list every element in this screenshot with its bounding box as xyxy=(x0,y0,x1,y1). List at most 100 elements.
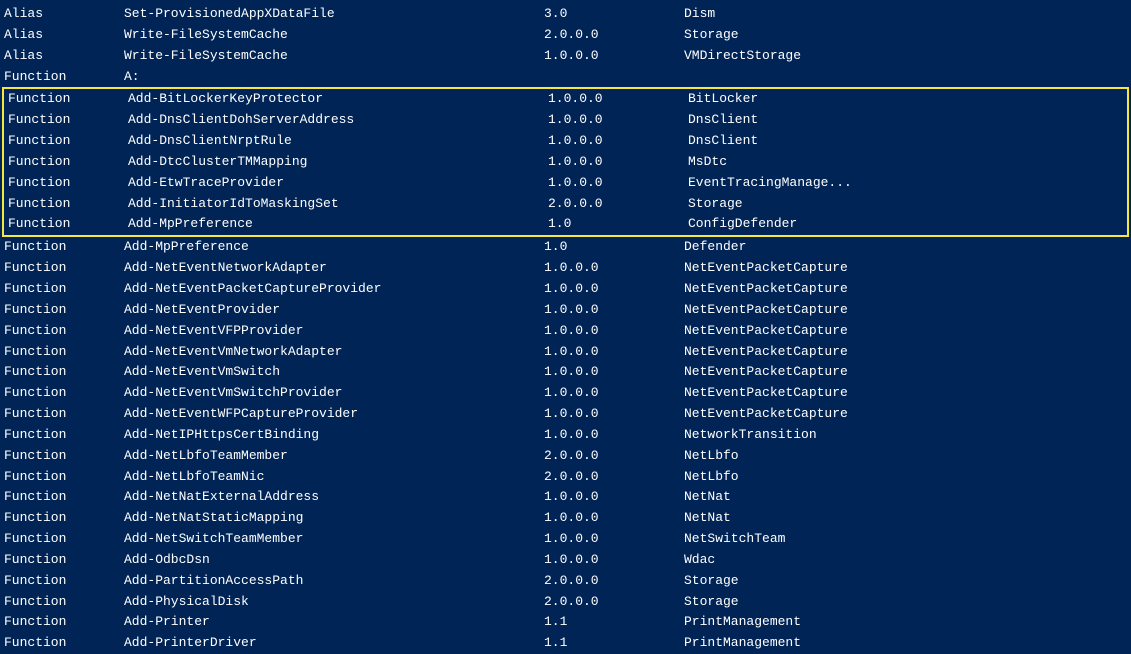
row-version: 3.0 xyxy=(544,5,684,24)
row-module: NetNat xyxy=(684,488,1127,507)
row-version: 1.0.0.0 xyxy=(548,90,688,109)
row-module: Wdac xyxy=(684,551,1127,570)
row-module: Dism xyxy=(684,5,1127,24)
table-row: FunctionAdd-NetLbfoTeamNic2.0.0.0NetLbfo xyxy=(0,467,1131,488)
row-type: Function xyxy=(4,301,124,320)
row-type: Function xyxy=(4,488,124,507)
row-version: 2.0.0.0 xyxy=(548,195,688,214)
table-row: FunctionAdd-NetEventVFPProvider1.0.0.0Ne… xyxy=(0,321,1131,342)
row-type: Function xyxy=(4,509,124,528)
table-row: FunctionAdd-MpPreference1.0Defender xyxy=(0,237,1131,258)
table-row: FunctionAdd-NetEventVmNetworkAdapter1.0.… xyxy=(0,342,1131,363)
table-row: FunctionAdd-NetNatExternalAddress1.0.0.0… xyxy=(0,487,1131,508)
row-name: Add-PhysicalDisk xyxy=(124,593,544,612)
row-module: NetEventPacketCapture xyxy=(684,259,1127,278)
row-version: 2.0.0.0 xyxy=(544,593,684,612)
table-row: FunctionAdd-EtwTraceProvider1.0.0.0Event… xyxy=(4,173,1127,194)
row-name: Add-NetEventProvider xyxy=(124,301,544,320)
table-row: AliasSet-ProvisionedAppXDataFile3.0Dism xyxy=(0,4,1131,25)
row-module: DnsClient xyxy=(688,111,1123,130)
row-type: Function xyxy=(4,280,124,299)
row-name: Add-PrinterDriver xyxy=(124,634,544,653)
row-version: 1.0.0.0 xyxy=(548,174,688,193)
table-row: FunctionAdd-NetEventPacketCaptureProvide… xyxy=(0,279,1131,300)
table-row: FunctionAdd-Printer1.1PrintManagement xyxy=(0,612,1131,633)
row-type: Function xyxy=(4,426,124,445)
row-type: Function xyxy=(8,153,128,172)
table-row: FunctionAdd-MpPreference1.0ConfigDefende… xyxy=(4,214,1127,235)
row-version: 1.0.0.0 xyxy=(544,343,684,362)
table-row: FunctionAdd-NetEventProvider1.0.0.0NetEv… xyxy=(0,300,1131,321)
row-name: Add-MpPreference xyxy=(128,215,548,234)
row-type: Function xyxy=(4,447,124,466)
row-version: 1.0.0.0 xyxy=(544,488,684,507)
row-module: MsDtc xyxy=(688,153,1123,172)
row-type: Function xyxy=(8,215,128,234)
row-name: A: xyxy=(124,68,544,87)
row-type: Function xyxy=(4,551,124,570)
table-row: FunctionA: xyxy=(0,67,1131,88)
row-type: Function xyxy=(4,259,124,278)
row-name: Add-NetNatExternalAddress xyxy=(124,488,544,507)
row-version: 1.0.0.0 xyxy=(544,280,684,299)
row-name: Add-Printer xyxy=(124,613,544,632)
row-type: Function xyxy=(4,405,124,424)
row-type: Alias xyxy=(4,47,124,66)
table-row: FunctionAdd-NetLbfoTeamMember2.0.0.0NetL… xyxy=(0,446,1131,467)
table-row: FunctionAdd-NetSwitchTeamMember1.0.0.0Ne… xyxy=(0,529,1131,550)
row-module: NetEventPacketCapture xyxy=(684,343,1127,362)
row-type: Function xyxy=(4,68,124,87)
row-name: Add-NetEventWFPCaptureProvider xyxy=(124,405,544,424)
row-version: 1.0.0.0 xyxy=(544,322,684,341)
table-row: FunctionAdd-PrinterDriver1.1PrintManagem… xyxy=(0,633,1131,654)
terminal-window: AliasSet-ProvisionedAppXDataFile3.0DismA… xyxy=(0,0,1131,654)
row-module: DnsClient xyxy=(688,132,1123,151)
table-row: FunctionAdd-NetEventVmSwitch1.0.0.0NetEv… xyxy=(0,362,1131,383)
row-type: Function xyxy=(8,132,128,151)
table-row: FunctionAdd-InitiatorIdToMaskingSet2.0.0… xyxy=(4,194,1127,215)
row-type: Function xyxy=(8,174,128,193)
table-row: FunctionAdd-PhysicalDisk2.0.0.0Storage xyxy=(0,592,1131,613)
row-module: NetLbfo xyxy=(684,447,1127,466)
row-module: NetEventPacketCapture xyxy=(684,363,1127,382)
row-name: Add-InitiatorIdToMaskingSet xyxy=(128,195,548,214)
row-name: Add-NetEventVmSwitch xyxy=(124,363,544,382)
row-type: Function xyxy=(4,468,124,487)
row-name: Add-EtwTraceProvider xyxy=(128,174,548,193)
row-type: Function xyxy=(8,195,128,214)
row-version: 1.0.0.0 xyxy=(548,111,688,130)
row-version: 1.0.0.0 xyxy=(544,47,684,66)
table-row: FunctionAdd-OdbcDsn1.0.0.0Wdac xyxy=(0,550,1131,571)
row-name: Set-ProvisionedAppXDataFile xyxy=(124,5,544,24)
row-name: Add-DtcClusterTMMapping xyxy=(128,153,548,172)
row-version: 1.0 xyxy=(544,238,684,257)
row-name: Write-FileSystemCache xyxy=(124,47,544,66)
row-module: NetEventPacketCapture xyxy=(684,301,1127,320)
row-type: Function xyxy=(8,90,128,109)
row-module: PrintManagement xyxy=(684,613,1127,632)
row-type: Function xyxy=(4,238,124,257)
row-module: NetEventPacketCapture xyxy=(684,384,1127,403)
row-module: Defender xyxy=(684,238,1127,257)
row-type: Function xyxy=(4,613,124,632)
row-type: Function xyxy=(4,530,124,549)
row-name: Add-PartitionAccessPath xyxy=(124,572,544,591)
row-version: 1.1 xyxy=(544,613,684,632)
row-module: Storage xyxy=(688,195,1123,214)
row-module: Storage xyxy=(684,26,1127,45)
row-version: 1.0.0.0 xyxy=(544,509,684,528)
table-row: FunctionAdd-DnsClientDohServerAddress1.0… xyxy=(4,110,1127,131)
row-version: 2.0.0.0 xyxy=(544,26,684,45)
row-module: NetworkTransition xyxy=(684,426,1127,445)
row-module: NetNat xyxy=(684,509,1127,528)
row-name: Add-BitLockerKeyProtector xyxy=(128,90,548,109)
row-type: Function xyxy=(4,572,124,591)
row-version: 1.0 xyxy=(548,215,688,234)
row-module: NetEventPacketCapture xyxy=(684,280,1127,299)
row-name: Add-NetSwitchTeamMember xyxy=(124,530,544,549)
row-version: 2.0.0.0 xyxy=(544,572,684,591)
table-row: FunctionAdd-DnsClientNrptRule1.0.0.0DnsC… xyxy=(4,131,1127,152)
row-version: 1.0.0.0 xyxy=(544,384,684,403)
row-type: Function xyxy=(4,593,124,612)
row-type: Function xyxy=(8,111,128,130)
